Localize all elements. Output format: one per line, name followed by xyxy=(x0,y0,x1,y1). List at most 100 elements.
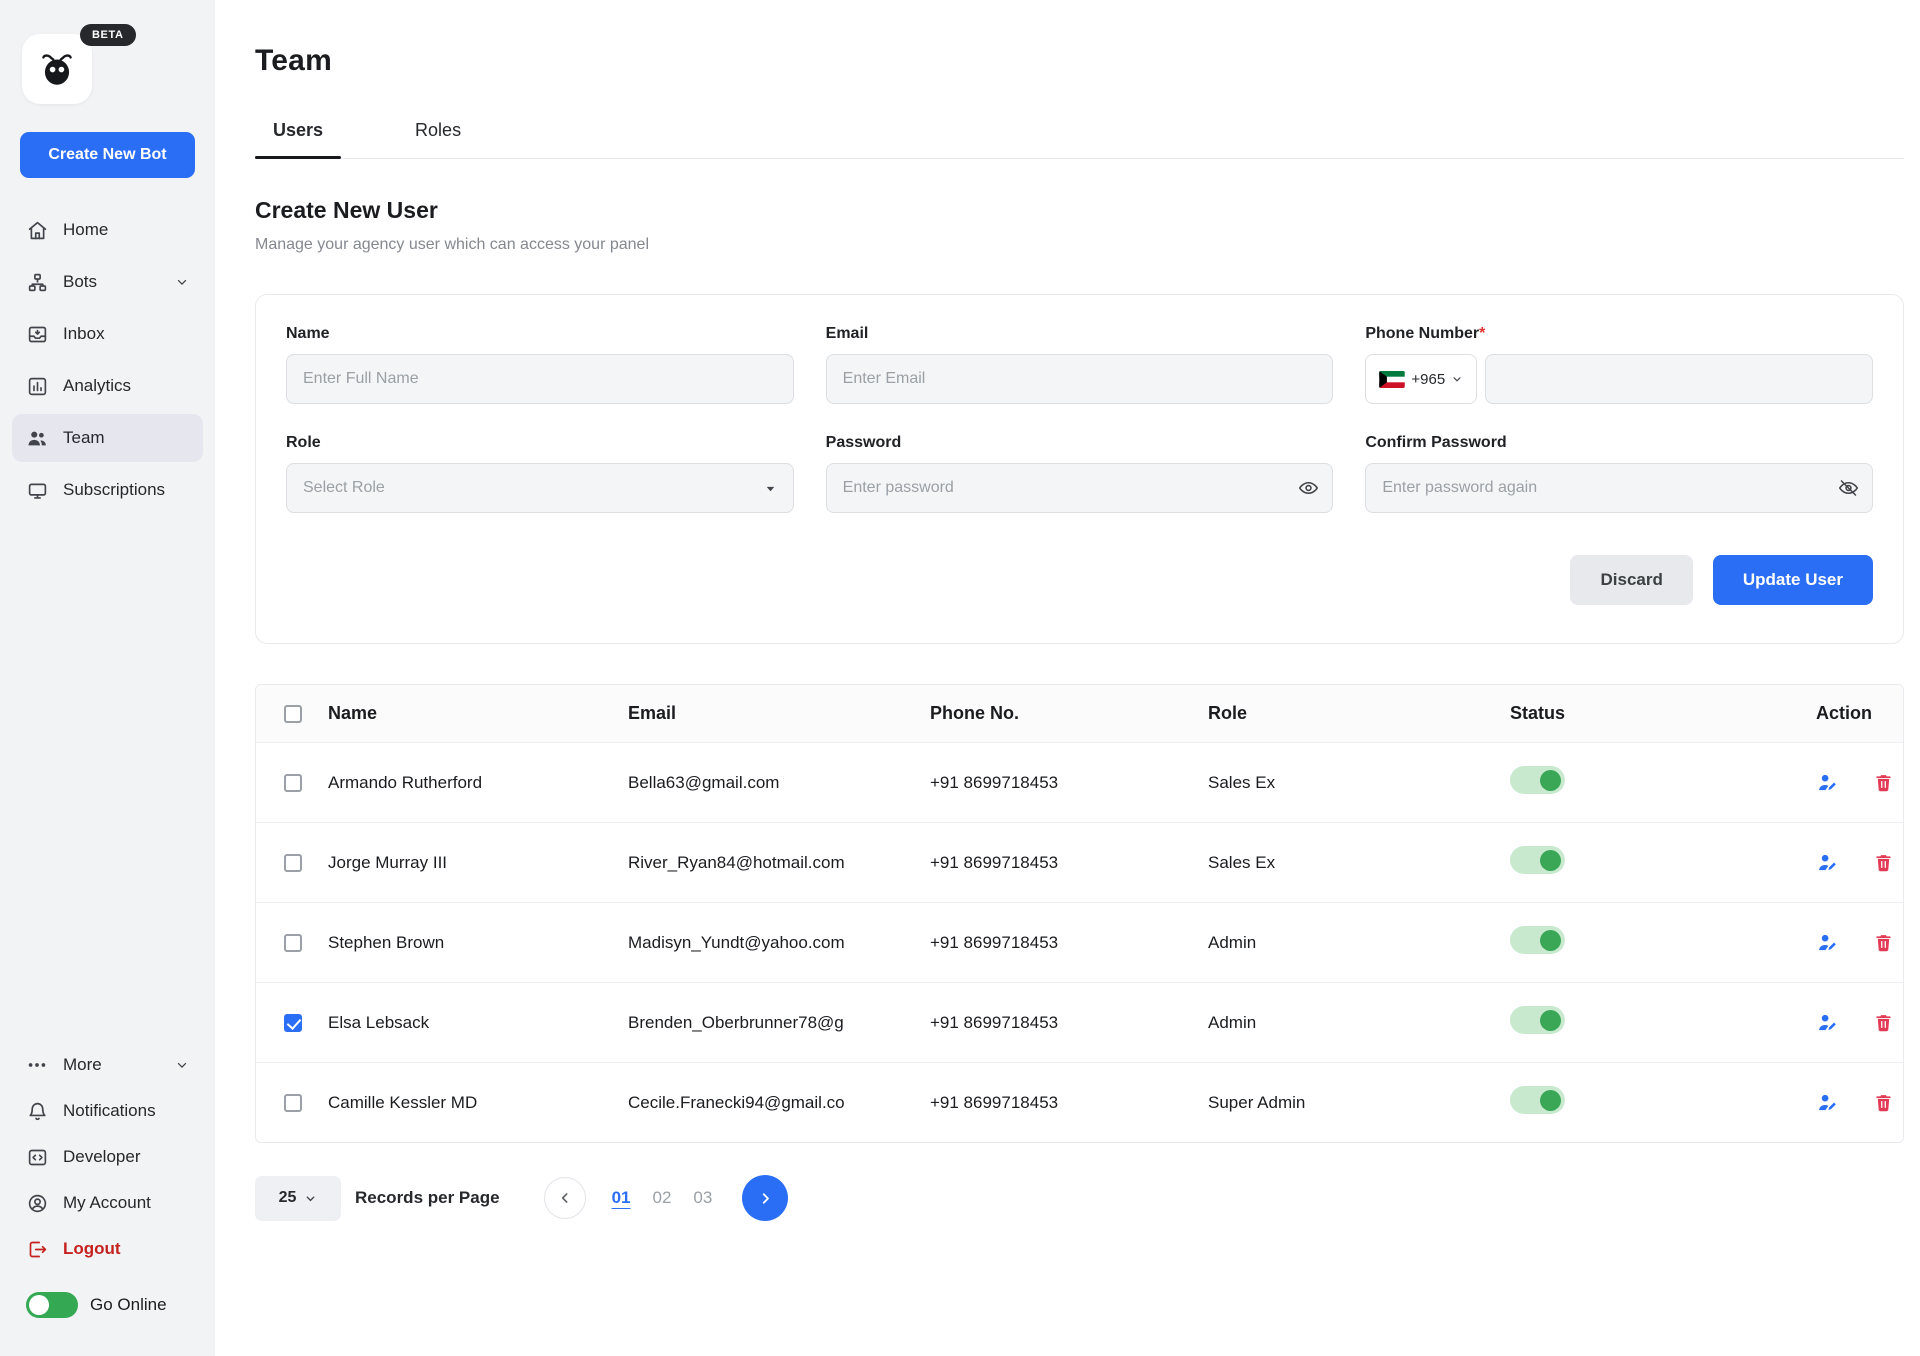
row-checkbox[interactable] xyxy=(284,934,302,953)
page-number-2[interactable]: 02 xyxy=(652,1188,671,1208)
phone-label: Phone Number* xyxy=(1365,325,1486,342)
sidebar-nav: Home Bots Inbox Analytics Team Subscript… xyxy=(0,204,215,516)
go-online-control: Go Online xyxy=(12,1282,203,1328)
create-user-form: Name Email Phone Number* +965 xyxy=(255,294,1904,644)
password-field-group: Password xyxy=(825,434,1334,513)
create-new-bot-button[interactable]: Create New Bot xyxy=(20,132,195,178)
tab-users[interactable]: Users xyxy=(255,120,342,159)
column-header-role: Role xyxy=(1208,703,1248,723)
sidebar-item-label: Developer xyxy=(63,1147,141,1166)
sidebar-item-logout[interactable]: Logout xyxy=(12,1228,203,1270)
user-email: Madisyn_Yundt@yahoo.com xyxy=(628,932,845,952)
delete-user-icon[interactable] xyxy=(1873,1091,1894,1114)
country-code-select[interactable]: +965 xyxy=(1365,354,1478,404)
table-row: Stephen Brown Madisyn_Yundt@yahoo.com +9… xyxy=(256,902,1903,982)
role-select[interactable]: Select Role xyxy=(286,463,794,513)
password-input[interactable] xyxy=(825,463,1334,513)
sidebar-item-notifications[interactable]: Notifications xyxy=(12,1090,203,1132)
user-name: Jorge Murray III xyxy=(328,852,448,872)
page-number-1[interactable]: 01 xyxy=(612,1188,631,1208)
user-email: Brenden_Oberbrunner78@g xyxy=(628,1012,844,1032)
role-field-group: Role Select Role xyxy=(286,434,794,513)
records-per-page-select[interactable]: 25 xyxy=(255,1175,341,1221)
user-role: Sales Ex xyxy=(1208,772,1276,792)
table-row: Elsa Lebsack Brenden_Oberbrunner78@g +91… xyxy=(256,982,1903,1062)
user-email: Bella63@gmail.com xyxy=(628,772,780,792)
required-asterisk: * xyxy=(1479,325,1486,342)
chevron-down-icon xyxy=(175,1058,189,1072)
dropdown-arrow-icon xyxy=(764,482,777,495)
status-toggle[interactable] xyxy=(1510,846,1565,874)
logout-icon xyxy=(26,1238,48,1260)
user-name: Elsa Lebsack xyxy=(328,1012,430,1032)
confirm-password-input[interactable] xyxy=(1365,463,1873,513)
sidebar-item-label: Bots xyxy=(63,272,98,291)
page-numbers: 01 02 03 xyxy=(612,1188,713,1208)
tab-roles[interactable]: Roles xyxy=(397,120,479,158)
beta-badge: BETA xyxy=(80,24,136,46)
next-page-button[interactable] xyxy=(742,1175,789,1221)
page-number-3[interactable]: 03 xyxy=(693,1188,712,1208)
records-per-page-label: Records per Page xyxy=(355,1188,500,1207)
tab-bar: Users Roles xyxy=(255,120,1904,159)
user-name: Camille Kessler MD xyxy=(328,1092,478,1112)
user-name: Stephen Brown xyxy=(328,932,445,952)
user-role: Admin xyxy=(1208,932,1257,952)
delete-user-icon[interactable] xyxy=(1873,931,1894,954)
row-checkbox[interactable] xyxy=(284,854,302,873)
sidebar-item-team[interactable]: Team xyxy=(12,414,203,462)
eye-icon[interactable] xyxy=(1298,478,1319,499)
sidebar: BETA Create New Bot Home Bots Inbox Anal… xyxy=(0,0,215,1356)
sidebar-item-more[interactable]: More xyxy=(12,1044,203,1086)
kuwait-flag-icon xyxy=(1379,370,1406,388)
table-row: Jorge Murray III River_Ryan84@hotmail.co… xyxy=(256,822,1903,902)
edit-user-icon[interactable] xyxy=(1816,1011,1839,1034)
user-phone: +91 8699718453 xyxy=(930,1012,1059,1032)
row-checkbox[interactable] xyxy=(284,1014,302,1033)
app-logo[interactable] xyxy=(22,34,92,104)
edit-user-icon[interactable] xyxy=(1816,851,1839,874)
select-all-checkbox[interactable] xyxy=(284,705,302,724)
sidebar-bottom: More Notifications Developer My Account … xyxy=(0,1042,215,1328)
sidebar-item-home[interactable]: Home xyxy=(12,206,203,254)
sidebar-item-subscriptions[interactable]: Subscriptions xyxy=(12,466,203,514)
phone-field-group: Phone Number* +965 xyxy=(1365,325,1873,404)
row-checkbox[interactable] xyxy=(284,774,302,793)
confirm-password-field-group: Confirm Password xyxy=(1365,434,1873,513)
name-input[interactable] xyxy=(286,354,794,404)
phone-number-input[interactable] xyxy=(1485,354,1873,404)
users-table: Name Email Phone No. Role Status Action … xyxy=(255,684,1904,1143)
sidebar-item-developer[interactable]: Developer xyxy=(12,1136,203,1178)
status-toggle[interactable] xyxy=(1510,766,1565,794)
subscriptions-icon xyxy=(26,479,48,501)
sidebar-item-my-account[interactable]: My Account xyxy=(12,1182,203,1224)
section-subtitle: Manage your agency user which can access… xyxy=(255,236,649,253)
delete-user-icon[interactable] xyxy=(1873,851,1894,874)
status-toggle[interactable] xyxy=(1510,1086,1565,1114)
sidebar-item-label: Team xyxy=(63,428,105,447)
edit-user-icon[interactable] xyxy=(1816,931,1839,954)
update-user-button[interactable]: Update User xyxy=(1712,555,1873,605)
email-input[interactable] xyxy=(825,354,1334,404)
row-checkbox[interactable] xyxy=(284,1094,302,1113)
go-online-toggle[interactable] xyxy=(26,1292,78,1318)
eye-off-icon[interactable] xyxy=(1838,478,1859,499)
sidebar-item-bots[interactable]: Bots xyxy=(12,258,203,306)
column-header-status: Status xyxy=(1510,703,1566,723)
previous-page-button[interactable] xyxy=(543,1177,586,1219)
edit-user-icon[interactable] xyxy=(1816,771,1839,794)
sidebar-item-inbox[interactable]: Inbox xyxy=(12,310,203,358)
column-header-email: Email xyxy=(628,703,677,723)
user-phone: +91 8699718453 xyxy=(930,852,1059,872)
status-toggle[interactable] xyxy=(1510,1006,1565,1034)
delete-user-icon[interactable] xyxy=(1873,1011,1894,1034)
person-circle-icon xyxy=(26,1192,48,1214)
delete-user-icon[interactable] xyxy=(1873,771,1894,794)
chevron-down-icon xyxy=(304,1192,317,1205)
discard-button[interactable]: Discard xyxy=(1570,555,1693,605)
logo-wrap: BETA xyxy=(22,24,215,106)
status-toggle[interactable] xyxy=(1510,926,1565,954)
edit-user-icon[interactable] xyxy=(1816,1091,1839,1114)
bell-icon xyxy=(26,1100,48,1122)
sidebar-item-analytics[interactable]: Analytics xyxy=(12,362,203,410)
